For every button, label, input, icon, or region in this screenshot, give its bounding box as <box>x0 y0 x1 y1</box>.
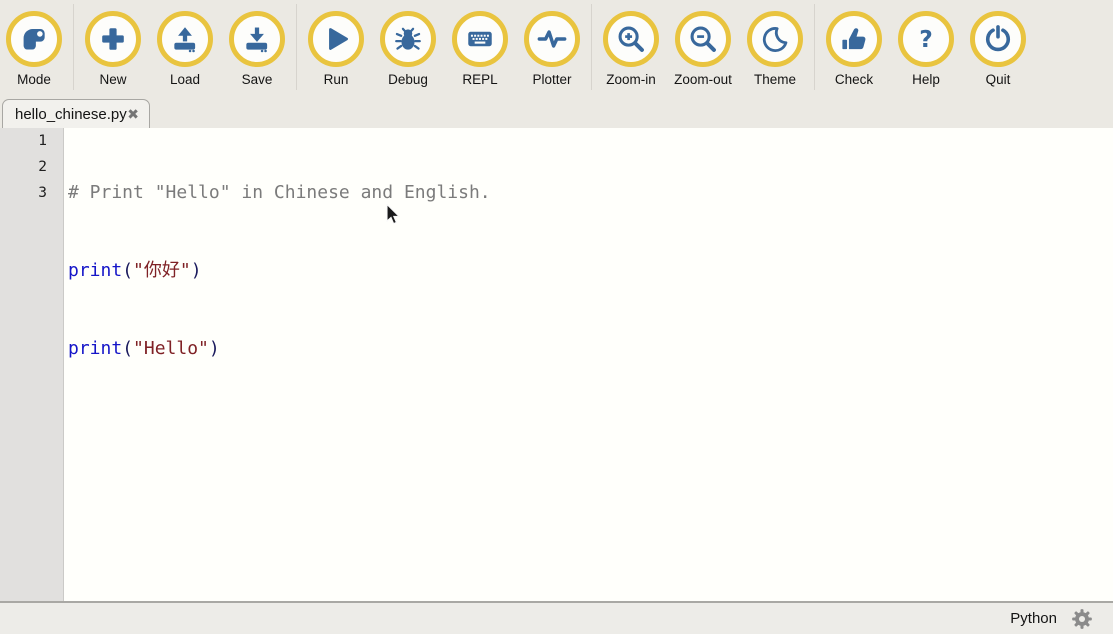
gear-icon[interactable] <box>1069 606 1095 632</box>
toolbar-button-label: Check <box>834 72 874 87</box>
punct-token: ( <box>122 338 134 359</box>
toolbar-button-label: Load <box>169 72 201 87</box>
punct-token: ( <box>122 260 134 281</box>
toolbar-button-label: Mode <box>17 72 51 87</box>
zoom-out-icon <box>675 11 731 67</box>
toolbar-button-zoom-in[interactable]: Zoom-in <box>599 0 663 87</box>
line-number: 3 <box>38 185 47 201</box>
close-icon[interactable]: ✖ <box>127 107 139 121</box>
toolbar-separator <box>591 4 592 90</box>
toolbar-button-quit[interactable]: Quit <box>966 0 1030 87</box>
toolbar-separator <box>73 4 74 90</box>
zoom-in-icon <box>603 11 659 67</box>
toolbar-button-save[interactable]: Save <box>225 0 289 87</box>
moon-icon <box>747 11 803 67</box>
toolbar-button-label: Theme <box>753 72 797 87</box>
toolbar-button-plotter[interactable]: Plotter <box>520 0 584 87</box>
toolbar-button-label: Plotter <box>532 72 572 87</box>
toolbar-button-load[interactable]: Load <box>153 0 217 87</box>
toolbar-separator <box>814 4 815 90</box>
toolbar-button-label: Run <box>323 72 349 87</box>
code-line: print("你好") <box>68 258 1113 284</box>
code-area[interactable]: # Print "Hello" in Chinese and English. … <box>65 128 1113 414</box>
line-number-gutter: 1 2 3 <box>0 128 64 601</box>
toolbar-button-label: Debug <box>388 72 428 87</box>
toolbar-button-run[interactable]: Run <box>304 0 368 87</box>
toolbar-button-mode[interactable]: Mode <box>2 0 66 87</box>
question-icon: ? <box>898 11 954 67</box>
comment-token: # Print "Hello" in Chinese and English. <box>68 182 491 203</box>
toolbar-group-misc: Check ? Help Quit <box>822 0 1030 87</box>
toolbar-button-label: Zoom-out <box>674 72 732 87</box>
keyword-token: print <box>68 338 123 359</box>
string-token: "你好" <box>133 260 191 281</box>
status-bar: Python <box>0 601 1113 634</box>
code-line: # Print "Hello" in Chinese and English. <box>68 180 1113 206</box>
string-token: "Hello" <box>133 338 209 359</box>
toolbar-button-label: Save <box>241 72 273 87</box>
toolbar-button-new[interactable]: New <box>81 0 145 87</box>
code-editor[interactable]: 1 2 3 # Print "Hello" in Chinese and Eng… <box>0 128 1113 601</box>
toolbar-group-run: Run Debug REPL Plotter <box>304 0 584 87</box>
keyboard-icon <box>452 11 508 67</box>
toolbar-group-view: Zoom-in Zoom-out Theme <box>599 0 807 87</box>
toolbar-button-theme[interactable]: Theme <box>743 0 807 87</box>
toolbar-button-label: New <box>99 72 127 87</box>
keyword-token: print <box>68 260 123 281</box>
toolbar-button-help[interactable]: ? Help <box>894 0 958 87</box>
toolbar-button-repl[interactable]: REPL <box>448 0 512 87</box>
power-icon <box>970 11 1026 67</box>
download-icon <box>229 11 285 67</box>
tab-bar: hello_chinese.py ✖ <box>0 97 1113 128</box>
code-line: print("Hello") <box>68 336 1113 362</box>
mode-status-label: Python <box>1010 610 1057 627</box>
toolbar-group-mode: Mode <box>2 0 66 87</box>
upload-icon <box>157 11 213 67</box>
tab-hello-chinese[interactable]: hello_chinese.py ✖ <box>2 99 150 128</box>
toolbar: Mode New Load Save Run Debug REPL Plotte… <box>0 0 1113 97</box>
punct-token: ) <box>208 338 220 359</box>
toolbar-button-label: Help <box>912 72 940 87</box>
toolbar-button-check[interactable]: Check <box>822 0 886 87</box>
tab-title: hello_chinese.py <box>15 105 127 123</box>
toolbar-button-zoom-out[interactable]: Zoom-out <box>671 0 735 87</box>
toolbar-button-label: Zoom-in <box>606 72 656 87</box>
mode-icon <box>6 11 62 67</box>
plus-icon <box>85 11 141 67</box>
toolbar-separator <box>296 4 297 90</box>
svg-text:?: ? <box>919 25 933 53</box>
toolbar-group-file: New Load Save <box>81 0 289 87</box>
thumbs-up-icon <box>826 11 882 67</box>
toolbar-button-label: REPL <box>462 72 498 87</box>
mu-editor-window: Mode New Load Save Run Debug REPL Plotte… <box>0 0 1113 634</box>
bug-icon <box>380 11 436 67</box>
line-number: 2 <box>38 159 47 175</box>
pulse-icon <box>524 11 580 67</box>
play-icon <box>308 11 364 67</box>
punct-token: ) <box>190 260 202 281</box>
line-number: 1 <box>38 133 47 149</box>
toolbar-button-debug[interactable]: Debug <box>376 0 440 87</box>
toolbar-button-label: Quit <box>985 72 1011 87</box>
